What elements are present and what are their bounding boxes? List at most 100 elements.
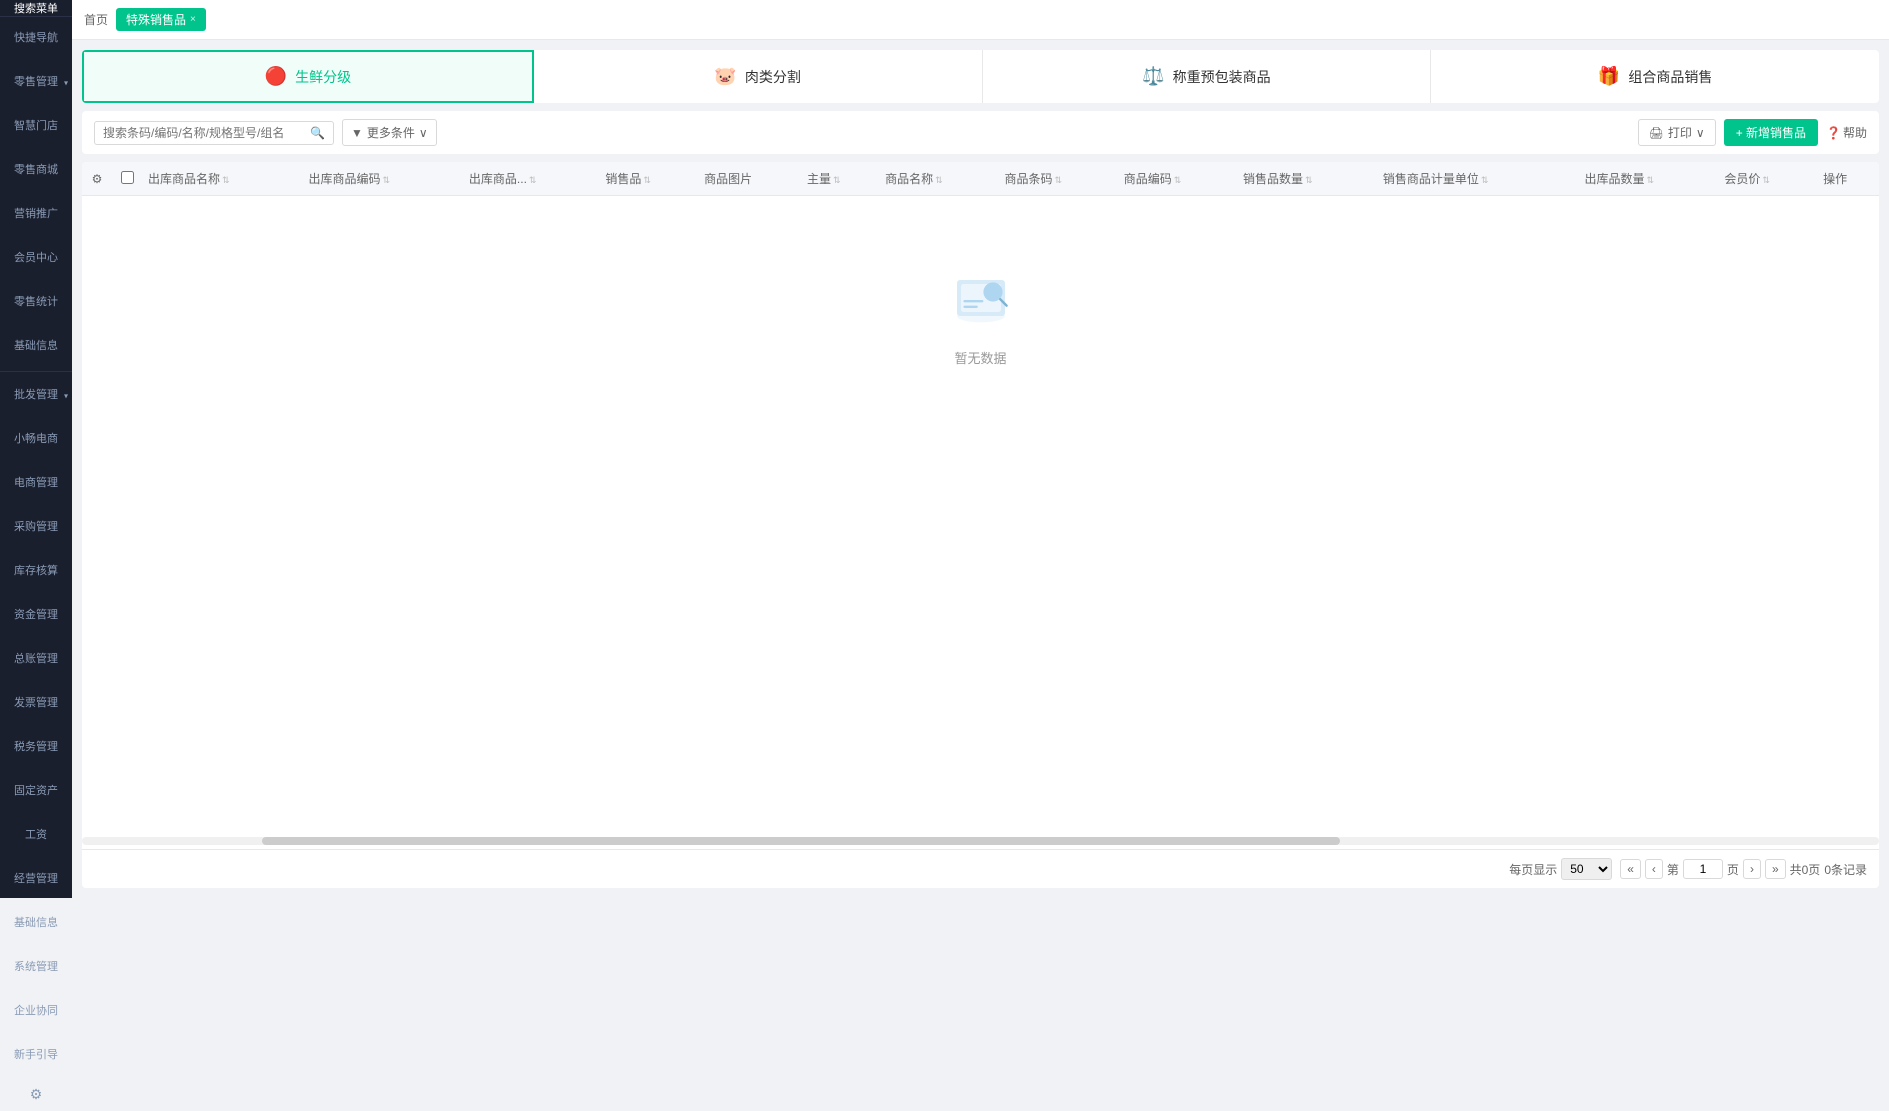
tab-fresh-grade[interactable]: 🔴 生鲜分级 <box>82 50 534 103</box>
tab-weight-prepack-label: 称重预包装商品 <box>1173 67 1271 87</box>
sidebar-item-new-guide[interactable]: 新手引导 <box>0 1034 72 1078</box>
filter-label: 更多条件 <box>367 124 415 141</box>
th-out-goods-name[interactable]: 出库商品名称⇅ <box>142 162 302 196</box>
th-goods-image-label: 商品图片 <box>704 172 752 186</box>
sidebar-logo[interactable]: 搜索菜单 <box>0 0 72 17</box>
th-sales-qty[interactable]: 销售品数量⇅ <box>1237 162 1377 196</box>
horizontal-scrollbar[interactable] <box>82 837 1879 845</box>
print-arrow-icon: ∨ <box>1696 126 1705 140</box>
th-goods-barcode[interactable]: 商品条码⇅ <box>998 162 1117 196</box>
th-sales-goods[interactable]: 销售品⇅ <box>599 162 698 196</box>
th-main-unit-label: 主量 <box>807 172 831 186</box>
page-size-select[interactable]: 20 50 100 <box>1561 858 1612 880</box>
sort-arrows-icon: ⇅ <box>1762 175 1770 185</box>
sort-arrows-icon: ⇅ <box>833 175 841 185</box>
total-pages: 共0页 <box>1790 861 1821 878</box>
sidebar-item-ecom-mgmt[interactable]: 电商管理 <box>0 462 72 506</box>
sidebar-item-fixed-assets[interactable]: 固定资产 <box>0 770 72 814</box>
sort-arrows-icon: ⇅ <box>935 175 943 185</box>
gear-icon: ⚙ <box>30 1086 43 1103</box>
sidebar-item-wholesale-mgmt[interactable]: 批发管理 <box>0 374 72 418</box>
next-page-button[interactable]: › <box>1743 859 1761 879</box>
sidebar-item-label: 总账管理 <box>14 652 58 667</box>
search-box[interactable]: 🔍 <box>94 121 334 145</box>
tab-combo-sales[interactable]: 🎁 组合商品销售 <box>1431 50 1879 103</box>
pagination-controls: « ‹ 第 页 › » 共0页 0条记录 <box>1620 859 1867 879</box>
help-button[interactable]: ❓ 帮助 <box>1826 124 1867 141</box>
help-icon: ❓ <box>1826 126 1841 140</box>
th-main-unit[interactable]: 主量⇅ <box>801 162 879 196</box>
sidebar-item-retail-mall[interactable]: 零售商城 <box>0 149 72 193</box>
toolbar-left: 🔍 ▼ 更多条件 ∨ <box>94 119 437 146</box>
sidebar-item-quick-nav[interactable]: 快捷导航 <box>0 17 72 61</box>
home-nav-link[interactable]: 首页 <box>84 11 108 28</box>
th-goods-code[interactable]: 商品编码⇅ <box>1118 162 1237 196</box>
tab-combo-sales-label: 组合商品销售 <box>1628 67 1712 87</box>
page-content: 🔴 生鲜分级 🐷 肉类分割 ⚖️ 称重预包装商品 🎁 组合商品销售 🔍 <box>72 40 1889 898</box>
sidebar-item-basic-info[interactable]: 基础信息 <box>0 325 72 369</box>
sidebar-item-capital-mgmt[interactable]: 资金管理 <box>0 594 72 638</box>
th-settings[interactable]: ⚙ <box>82 162 112 196</box>
search-input[interactable] <box>103 126 306 140</box>
sidebar-item-label: 零售统计 <box>14 295 58 310</box>
prev-page-button[interactable]: ‹ <box>1645 859 1663 879</box>
th-goods-name-label: 商品名称 <box>885 172 933 186</box>
filter-button[interactable]: ▼ 更多条件 ∨ <box>342 119 437 146</box>
total-records: 0条记录 <box>1824 861 1867 878</box>
toolbar: 🔍 ▼ 更多条件 ∨ 🖨 打印 ∨ + 新增销售品 ❓ <box>82 111 1879 154</box>
tab-meat-cut[interactable]: 🐷 肉类分割 <box>534 50 983 103</box>
th-goods-name[interactable]: 商品名称⇅ <box>879 162 998 196</box>
sidebar-item-operations-mgmt[interactable]: 经营管理 <box>0 858 72 902</box>
th-sales-unit-label: 销售商品计量单位 <box>1383 172 1479 186</box>
sidebar-item-mini-ecom[interactable]: 小畅电商 <box>0 418 72 462</box>
select-all-checkbox[interactable] <box>121 171 134 184</box>
sidebar-item-inventory[interactable]: 库存核算 <box>0 550 72 594</box>
sidebar-item-retail-mgmt[interactable]: 零售管理 <box>0 61 72 105</box>
th-out-qty-label: 出库品数量 <box>1585 172 1645 186</box>
th-checkbox[interactable] <box>112 162 142 196</box>
sidebar-item-member-center[interactable]: 会员中心 <box>0 237 72 281</box>
search-icon[interactable]: 🔍 <box>310 126 325 140</box>
scrollbar-thumb[interactable] <box>262 837 1340 845</box>
th-member-price[interactable]: 会员价⇅ <box>1718 162 1817 196</box>
sidebar-item-basic-info2[interactable]: 基础信息 <box>0 902 72 946</box>
sidebar-item-tax-mgmt[interactable]: 税务管理 <box>0 726 72 770</box>
sidebar-item-salary[interactable]: 工资 <box>0 814 72 858</box>
data-table: ⚙ 出库商品名称⇅ 出库商品编码⇅ 出库商品...⇅ 销售品⇅ 商品图片 主量⇅… <box>82 162 1879 196</box>
last-page-button[interactable]: » <box>1765 859 1786 879</box>
sidebar-item-label: 电商管理 <box>14 476 58 491</box>
sidebar-item-sales-promo[interactable]: 营销推广 <box>0 193 72 237</box>
sort-arrows-icon: ⇅ <box>222 175 230 185</box>
sidebar-item-label: 工资 <box>25 828 47 843</box>
tab-close-button[interactable]: × <box>190 14 196 25</box>
add-sales-button[interactable]: + 新增销售品 <box>1724 119 1818 146</box>
th-out-goods-name-label: 出库商品名称 <box>148 172 220 186</box>
table-wrap: ⚙ 出库商品名称⇅ 出库商品编码⇅ 出库商品...⇅ 销售品⇅ 商品图片 主量⇅… <box>82 162 1879 833</box>
sidebar-item-invoice-mgmt[interactable]: 发票管理 <box>0 682 72 726</box>
sidebar-item-label: 零售商城 <box>14 163 58 178</box>
sidebar-item-smart-store[interactable]: 智慧门店 <box>0 105 72 149</box>
page-suffix: 页 <box>1727 861 1739 878</box>
sidebar-item-label: 库存核算 <box>14 564 58 579</box>
page-number-input[interactable] <box>1683 859 1723 879</box>
th-goods-image: 商品图片 <box>698 162 801 196</box>
toolbar-right: 🖨 打印 ∨ + 新增销售品 ❓ 帮助 <box>1638 119 1867 146</box>
print-button[interactable]: 🖨 打印 ∨ <box>1638 119 1716 146</box>
active-tab[interactable]: 特殊销售品 × <box>116 8 206 31</box>
sidebar-item-label: 经营管理 <box>14 872 58 887</box>
sidebar: 搜索菜单 快捷导航 零售管理 智慧门店 零售商城 营销推广 会员中心 零售统计 … <box>0 0 72 898</box>
th-out-qty[interactable]: 出库品数量⇅ <box>1579 162 1719 196</box>
sidebar-item-purchase-mgmt[interactable]: 采购管理 <box>0 506 72 550</box>
th-out-goods-code[interactable]: 出库商品编码⇅ <box>302 162 462 196</box>
sidebar-item-label: 采购管理 <box>14 520 58 535</box>
settings-gear-button[interactable]: ⚙ <box>0 1078 72 1111</box>
sidebar-item-retail-stats[interactable]: 零售统计 <box>0 281 72 325</box>
tab-weight-prepack[interactable]: ⚖️ 称重预包装商品 <box>983 50 1432 103</box>
th-out-goods-spec[interactable]: 出库商品...⇅ <box>463 162 599 196</box>
sidebar-item-label: 零售管理 <box>14 75 58 90</box>
sidebar-item-ledger-mgmt[interactable]: 总账管理 <box>0 638 72 682</box>
th-sales-unit[interactable]: 销售商品计量单位⇅ <box>1377 162 1579 196</box>
sidebar-item-enterprise-agreement[interactable]: 企业协同 <box>0 990 72 1034</box>
first-page-button[interactable]: « <box>1620 859 1641 879</box>
sidebar-item-system-mgmt[interactable]: 系统管理 <box>0 946 72 990</box>
